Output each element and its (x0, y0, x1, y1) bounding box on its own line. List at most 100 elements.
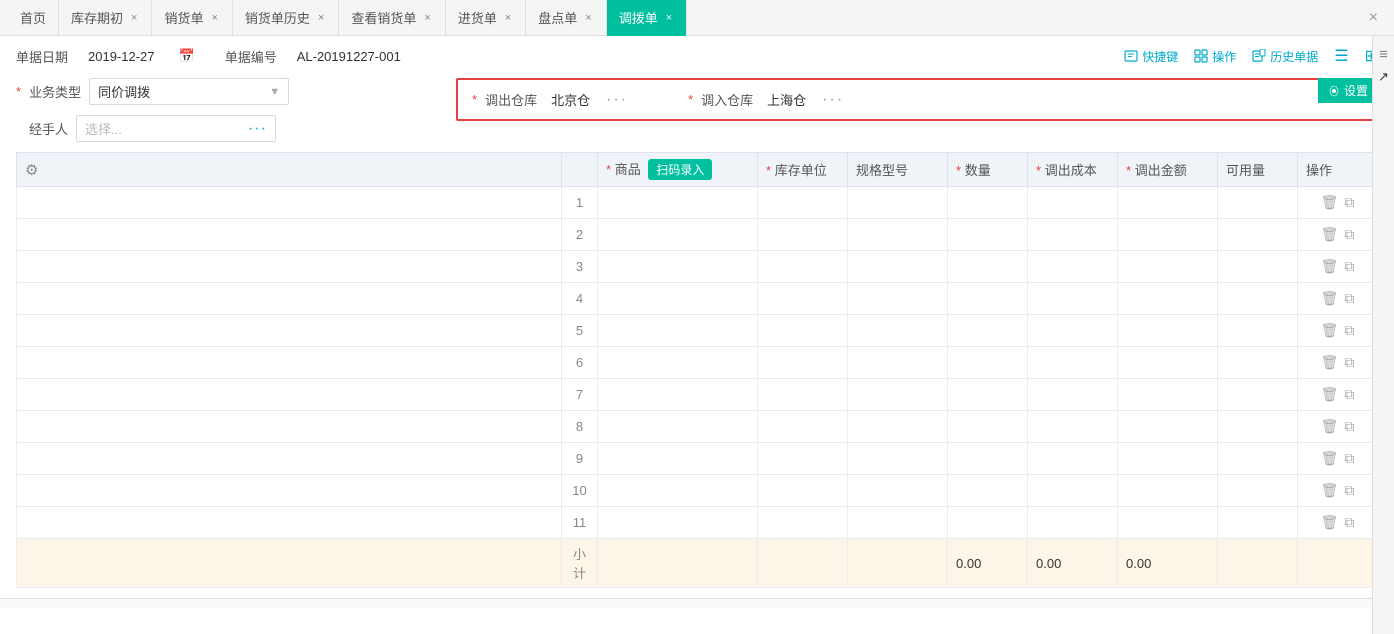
row-amount[interactable] (1118, 315, 1218, 347)
row-spec[interactable] (848, 379, 948, 411)
row-product[interactable] (598, 315, 758, 347)
copy-icon[interactable]: ⧉ (1344, 482, 1354, 499)
operations-button[interactable]: 操作 (1194, 48, 1236, 65)
row-unit[interactable] (758, 283, 848, 315)
copy-icon[interactable]: ⧉ (1344, 418, 1354, 435)
row-qty[interactable] (948, 251, 1028, 283)
delete-icon[interactable]: 🗑 (1321, 418, 1339, 435)
row-cost[interactable] (1028, 475, 1118, 507)
row-amount[interactable] (1118, 443, 1218, 475)
row-qty[interactable] (948, 187, 1028, 219)
row-spec[interactable] (848, 507, 948, 539)
delete-icon[interactable]: 🗑 (1321, 482, 1339, 499)
row-product[interactable] (598, 379, 758, 411)
close-transfer-order[interactable]: × (664, 12, 674, 24)
copy-icon[interactable]: ⧉ (1344, 194, 1354, 211)
tab-sales-history[interactable]: 销货单历史 × (233, 0, 339, 36)
tab-transfer-order[interactable]: 调拨单 × (607, 0, 687, 36)
row-spec[interactable] (848, 475, 948, 507)
row-cost[interactable] (1028, 507, 1118, 539)
row-amount[interactable] (1118, 187, 1218, 219)
row-amount[interactable] (1118, 283, 1218, 315)
row-unit[interactable] (758, 315, 848, 347)
row-cost[interactable] (1028, 187, 1118, 219)
row-product[interactable] (598, 443, 758, 475)
transfer-in-more-icon[interactable]: ··· (822, 91, 844, 109)
row-unit[interactable] (758, 475, 848, 507)
settings-button[interactable]: 设置 (1318, 78, 1378, 103)
row-product[interactable] (598, 347, 758, 379)
row-amount[interactable] (1118, 347, 1218, 379)
row-spec[interactable] (848, 219, 948, 251)
row-unit[interactable] (758, 443, 848, 475)
right-panel-export-icon[interactable]: ↗ (1378, 69, 1389, 85)
close-inventory-count[interactable]: × (583, 12, 593, 24)
scan-button[interactable]: 扫码录入 (648, 159, 712, 180)
row-qty[interactable] (948, 347, 1028, 379)
window-close-button[interactable]: × (1361, 9, 1386, 27)
row-cost[interactable] (1028, 315, 1118, 347)
copy-icon[interactable]: ⧉ (1344, 258, 1354, 275)
row-qty[interactable] (948, 219, 1028, 251)
row-amount[interactable] (1118, 251, 1218, 283)
row-qty[interactable] (948, 443, 1028, 475)
row-cost[interactable] (1028, 443, 1118, 475)
delete-icon[interactable]: 🗑 (1321, 194, 1339, 211)
list-view-icon[interactable]: ☰ (1334, 46, 1348, 66)
close-purchase-order[interactable]: × (503, 12, 513, 24)
delete-icon[interactable]: 🗑 (1321, 354, 1339, 371)
row-product[interactable] (598, 219, 758, 251)
row-unit[interactable] (758, 411, 848, 443)
row-qty[interactable] (948, 315, 1028, 347)
row-product[interactable] (598, 411, 758, 443)
row-qty[interactable] (948, 283, 1028, 315)
row-amount[interactable] (1118, 475, 1218, 507)
close-sales-history[interactable]: × (316, 12, 326, 24)
operator-dropdown[interactable]: 选择... ··· (76, 115, 276, 142)
row-spec[interactable] (848, 315, 948, 347)
row-amount[interactable] (1118, 219, 1218, 251)
delete-icon[interactable]: 🗑 (1321, 226, 1339, 243)
row-qty[interactable] (948, 507, 1028, 539)
delete-icon[interactable]: 🗑 (1321, 290, 1339, 307)
row-cost[interactable] (1028, 251, 1118, 283)
row-product[interactable] (598, 475, 758, 507)
row-spec[interactable] (848, 187, 948, 219)
tab-view-sales[interactable]: 查看销货单 × (339, 0, 445, 36)
row-product[interactable] (598, 251, 758, 283)
row-cost[interactable] (1028, 347, 1118, 379)
row-qty[interactable] (948, 475, 1028, 507)
row-spec[interactable] (848, 443, 948, 475)
delete-icon[interactable]: 🗑 (1321, 322, 1339, 339)
row-amount[interactable] (1118, 379, 1218, 411)
row-unit[interactable] (758, 507, 848, 539)
history-button[interactable]: 历史单据 (1252, 48, 1318, 65)
tab-inventory-init[interactable]: 库存期初 × (59, 0, 152, 36)
shortcuts-button[interactable]: 快捷键 (1124, 48, 1178, 65)
row-cost[interactable] (1028, 379, 1118, 411)
close-inventory-init[interactable]: × (129, 12, 139, 24)
row-unit[interactable] (758, 187, 848, 219)
tab-sales-order[interactable]: 销货单 × (152, 0, 232, 36)
copy-icon[interactable]: ⧉ (1344, 322, 1354, 339)
row-amount[interactable] (1118, 507, 1218, 539)
row-amount[interactable] (1118, 411, 1218, 443)
copy-icon[interactable]: ⧉ (1344, 386, 1354, 403)
close-view-sales[interactable]: × (422, 12, 432, 24)
business-type-dropdown[interactable]: 同价调拨 ▼ (89, 78, 289, 105)
row-spec[interactable] (848, 347, 948, 379)
table-settings-header[interactable]: ⚙ (17, 153, 562, 187)
copy-icon[interactable]: ⧉ (1344, 290, 1354, 307)
tab-purchase-order[interactable]: 进货单 × (446, 0, 526, 36)
row-product[interactable] (598, 507, 758, 539)
tab-inventory-count[interactable]: 盘点单 × (526, 0, 606, 36)
row-unit[interactable] (758, 347, 848, 379)
row-cost[interactable] (1028, 219, 1118, 251)
row-spec[interactable] (848, 251, 948, 283)
row-qty[interactable] (948, 411, 1028, 443)
right-panel-list-icon[interactable]: ≡ (1379, 46, 1388, 63)
delete-icon[interactable]: 🗑 (1321, 386, 1339, 403)
copy-icon[interactable]: ⧉ (1344, 226, 1354, 243)
horizontal-scrollbar[interactable] (0, 598, 1394, 608)
row-product[interactable] (598, 187, 758, 219)
